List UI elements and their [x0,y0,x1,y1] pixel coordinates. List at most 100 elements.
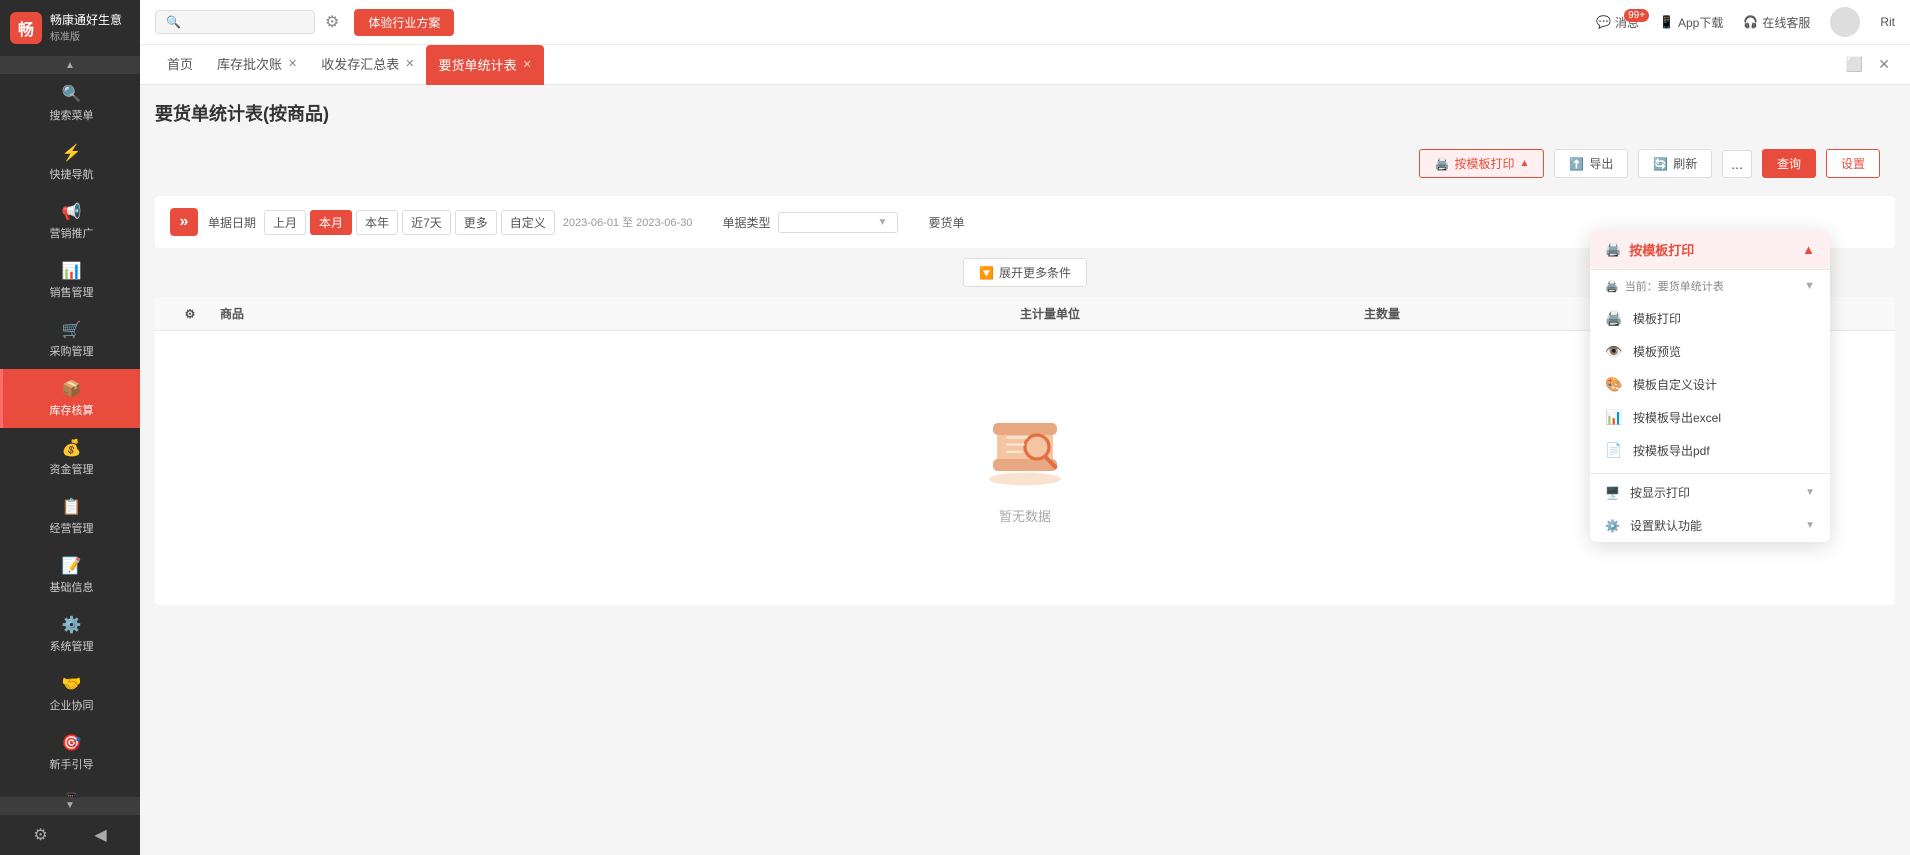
nav-list: 🔍 搜索菜单 ⚡ 快捷导航 📢 营销推广 📊 销售管理 🛒 采购管理 📦 库存核… [0,74,140,797]
query-btn-label: 查询 [1777,155,1801,172]
sidebar-item-marketing-label: 营销推广 [50,225,94,241]
tab-inventory-batch[interactable]: 库存批次账 ✕ [205,45,309,85]
sidebar-item-sales-label: 销售管理 [50,284,94,300]
tabs-bar: 首页 库存批次账 ✕ 收发存汇总表 ✕ 要货单统计表 ✕ ⬜ ✕ [140,45,1910,85]
sidebar-item-finance[interactable]: 💰 资金管理 [0,428,140,487]
tab-inventory-batch-close[interactable]: ✕ [288,57,297,70]
dropdown-arrow-up[interactable]: ▲ [1802,242,1815,257]
doctype-select[interactable]: ▼ [778,212,898,233]
sidebar-item-search[interactable]: 🔍 搜索菜单 [0,74,140,133]
username-label: Rit [1880,15,1895,29]
template-design-label: 模板自定义设计 [1633,376,1717,393]
messages-btn[interactable]: 💬 消息 99+ [1596,14,1639,31]
template-design-icon: 🎨 [1605,376,1623,393]
tab-requisition-stats[interactable]: 要货单统计表 ✕ [426,45,543,85]
corp-icon: 🤝 [62,674,82,694]
default-func-arrow: ▼ [1805,520,1815,531]
col-settings-icon[interactable]: ⚙ [185,307,196,321]
sidebar-item-system-label: 系统管理 [50,638,94,654]
inventory-icon: 📦 [62,379,82,399]
sidebar-item-sales[interactable]: 📊 销售管理 [0,251,140,310]
topbar: 🔍 ⚙ 体验行业方案 💬 消息 99+ 📱 App下载 🎧 在线客服 Rit [140,0,1910,45]
page-title: 要货单统计表(按商品) [155,100,1895,126]
sidebar-item-inventory[interactable]: 📦 库存核算 [0,369,140,428]
export-pdf-label: 按模板导出pdf [1633,442,1710,459]
operation-icon: 📋 [62,497,82,517]
sidebar-item-corp[interactable]: 🤝 企业协同 [0,664,140,723]
top-search-box[interactable]: 🔍 [155,10,315,34]
tab-receipt-summary-close[interactable]: ✕ [405,57,414,70]
sidebar-item-operation[interactable]: 📋 经营管理 [0,487,140,546]
col-qty-header: 主数量 [1216,305,1548,322]
online-service-btn[interactable]: 🎧 在线客服 [1743,14,1810,31]
current-year-btn[interactable]: 本年 [356,210,398,235]
sales-icon: 📊 [62,261,82,281]
dropdown-item-template-preview[interactable]: 👁️ 模板预览 [1590,335,1830,368]
system-icon: ⚙️ [62,615,82,635]
collapse-btn[interactable]: ◀ [94,825,106,845]
dropdown-display-print[interactable]: 🖥️ 按显示打印 ▼ [1590,476,1830,509]
scroll-up-btn[interactable]: ▲ [0,57,140,74]
app-download-label: App下载 [1678,14,1723,31]
print-btn-label: 按模板打印 [1454,155,1514,172]
custom-date-btn[interactable]: 自定义 [501,210,555,235]
prev-month-btn[interactable]: 上月 [264,210,306,235]
dropdown-item-export-excel[interactable]: 📊 按模板导出excel [1590,401,1830,434]
app-version: 标准版 [50,28,122,43]
marketing-icon: 📢 [62,202,82,222]
sidebar-item-basic-label: 基础信息 [50,579,94,595]
expand-more-btn[interactable]: 🔽 展开更多条件 [963,258,1087,287]
dropdown-print-icon: 🖨️ [1605,242,1621,258]
refresh-btn[interactable]: 🔄 刷新 [1638,149,1712,178]
empty-illustration [975,411,1075,491]
col-product-header: 商品 [210,305,884,322]
maximize-btn[interactable]: ⬜ [1841,54,1868,75]
app-download-btn[interactable]: 📱 App下载 [1659,14,1723,31]
sidebar-item-marketing[interactable]: 📢 营销推广 [0,192,140,251]
display-print-left: 🖥️ 按显示打印 [1605,484,1690,501]
trial-btn[interactable]: 体验行业方案 [354,9,454,36]
dropdown-item-template-print[interactable]: 🖨️ 模板打印 [1590,302,1830,335]
more-options-btn[interactable]: ... [1722,150,1752,178]
settings-bottom-btn[interactable]: ⚙ [33,825,47,845]
dropdown-default-func[interactable]: ⚙️ 设置默认功能 ▼ [1590,509,1830,542]
tab-home[interactable]: 首页 [155,45,205,85]
user-avatar[interactable] [1830,7,1860,37]
tabs-bar-right: ⬜ ✕ [1841,54,1895,75]
print-icon: 🖨️ [1434,157,1449,171]
default-func-left: ⚙️ 设置默认功能 [1605,517,1702,534]
sidebar-item-purchase-label: 采购管理 [50,343,94,359]
tab-receipt-summary[interactable]: 收发存汇总表 ✕ [309,45,426,85]
sidebar-item-inventory-label: 库存核算 [50,402,94,418]
close-tab-btn[interactable]: ✕ [1873,54,1895,75]
col-unit-header: 主计量单位 [884,305,1216,322]
message-icon: 💬 [1596,15,1611,29]
sidebar-item-guide[interactable]: 🎯 新手引导 [0,723,140,782]
query-btn[interactable]: 查询 [1762,149,1816,178]
refresh-btn-label: 刷新 [1673,155,1697,172]
col-settings[interactable]: ⚙ [170,307,210,321]
top-search-icon: 🔍 [166,15,181,29]
export-btn[interactable]: ⬆️ 导出 [1554,149,1628,178]
more-date-btn[interactable]: 更多 [455,210,497,235]
sidebar-item-system[interactable]: ⚙️ 系统管理 [0,605,140,664]
online-service-label: 在线客服 [1762,14,1810,31]
last7days-btn[interactable]: 近7天 [402,210,451,235]
current-month-btn[interactable]: 本月 [310,210,352,235]
export-btn-label: 导出 [1589,155,1613,172]
search-nav-icon: 🔍 [62,84,82,104]
sidebar-item-appstore[interactable]: 📱 应用中心 [0,782,140,797]
scroll-down-btn[interactable]: ▼ [0,797,140,814]
filter-expand-btn[interactable]: » [170,208,198,236]
tab-requisition-stats-close[interactable]: ✕ [523,58,532,71]
topbar-gear-icon[interactable]: ⚙ [325,12,339,32]
doctype-select-arrow: ▼ [878,217,888,228]
dropdown-item-template-design[interactable]: 🎨 模板自定义设计 [1590,368,1830,401]
print-btn[interactable]: 🖨️ 按模板打印 ▲ [1419,149,1544,178]
settings-btn[interactable]: 设置 [1826,149,1880,178]
sidebar-item-purchase[interactable]: 🛒 采购管理 [0,310,140,369]
sidebar-item-quicknav-label: 快捷导航 [50,166,94,182]
sidebar-item-basic[interactable]: 📝 基础信息 [0,546,140,605]
dropdown-item-export-pdf[interactable]: 📄 按模板导出pdf [1590,434,1830,467]
sidebar-item-quicknav[interactable]: ⚡ 快捷导航 [0,133,140,192]
